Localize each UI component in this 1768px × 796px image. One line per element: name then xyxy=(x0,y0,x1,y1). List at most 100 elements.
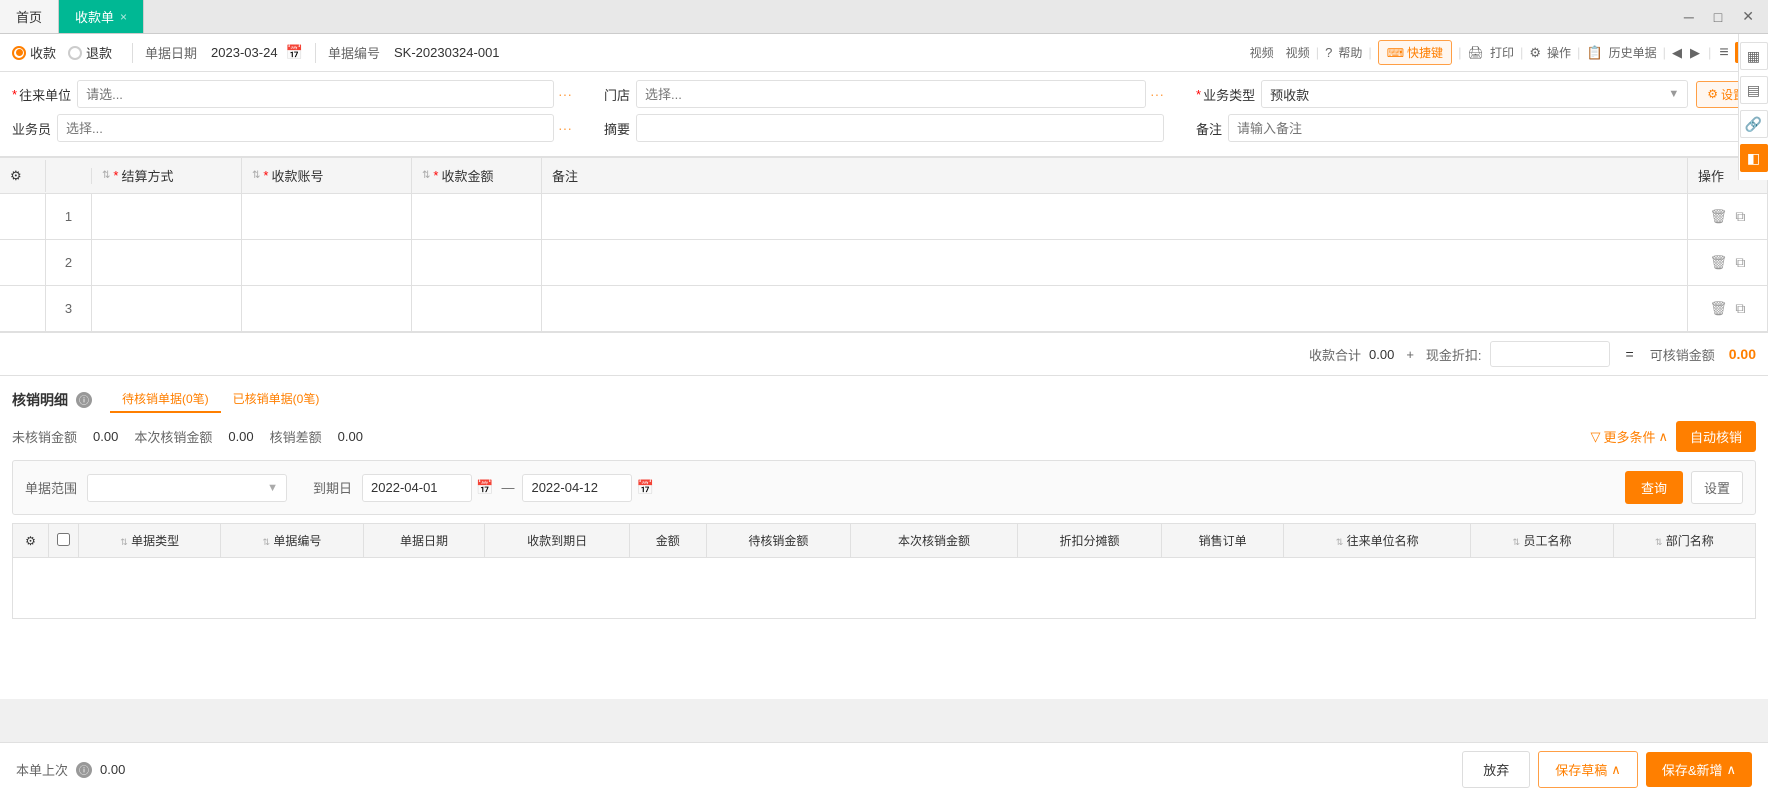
sidebar-link-icon[interactable]: 🔗 xyxy=(1740,110,1768,138)
td-account-3[interactable] xyxy=(242,286,412,331)
nav-next-icon[interactable]: ▶ xyxy=(1690,45,1700,61)
partner-input[interactable] xyxy=(77,80,554,108)
help-label[interactable]: 帮助 xyxy=(1338,44,1362,61)
th-checkbox[interactable] xyxy=(49,524,79,558)
number-label: 单据编号 xyxy=(328,43,380,62)
tab-receipt-close[interactable]: × xyxy=(120,10,127,24)
settle-label: 结算方式 xyxy=(121,166,173,185)
tab-receipt-label: 收款单 xyxy=(75,7,114,26)
verif-stats-row: 未核销金额 0.00 本次核销金额 0.00 核销差额 0.00 ▽ 更多条件 … xyxy=(12,413,1756,460)
td-remark-3[interactable] xyxy=(542,286,1688,331)
td-remark-2[interactable] xyxy=(542,240,1688,285)
td-account-1[interactable] xyxy=(242,194,412,239)
col-doc-num: 单据编号 xyxy=(273,534,321,548)
td-account-2[interactable] xyxy=(242,240,412,285)
copy-row-2-icon[interactable]: ⧉ xyxy=(1735,254,1745,271)
shortcut-btn[interactable]: ⌨ 快捷键 xyxy=(1378,40,1452,65)
filter-icon: ▽ xyxy=(1590,429,1600,445)
close-btn[interactable]: ✕ xyxy=(1736,6,1760,27)
draft-arrow-icon: ∧ xyxy=(1611,762,1621,778)
account-required: * xyxy=(263,168,268,183)
staff-input[interactable] xyxy=(57,114,554,142)
auto-verif-btn[interactable]: 自动核销 xyxy=(1676,421,1756,452)
bottom-stat: 本单上次 ⓘ 0.00 xyxy=(16,760,125,779)
date-value: 2023-03-24 xyxy=(211,45,278,60)
type-receipt-radio[interactable]: 收款 xyxy=(12,43,56,62)
col-discount-alloc: 折扣分摊额 xyxy=(1060,534,1120,548)
business-type-select[interactable]: 预收款 ▼ xyxy=(1261,80,1688,108)
col-partner-name: 往来单位名称 xyxy=(1347,534,1419,548)
td-settle-2[interactable] xyxy=(92,240,242,285)
date-picker-icon[interactable]: 📅 xyxy=(286,44,303,61)
current-label: 本次核销金额 xyxy=(134,427,212,446)
tab-done[interactable]: 已核销单据(0笔) xyxy=(221,386,332,413)
partner-required-mark: * xyxy=(12,87,17,102)
col-pending-verif: 待核销金额 xyxy=(748,534,808,548)
sort-dept-name: ⇅ xyxy=(1655,537,1663,547)
verif-info-icon[interactable]: ⓘ xyxy=(76,392,92,408)
date-from-input[interactable]: 2022-04-01 xyxy=(362,474,472,502)
td-amount-3[interactable] xyxy=(412,286,542,331)
stat-label: 本单上次 xyxy=(16,760,68,779)
table-row: 1 🗑 ⧉ xyxy=(0,194,1768,240)
partner-field: * 往来单位 ··· xyxy=(12,80,572,108)
query-btn[interactable]: 查询 xyxy=(1625,471,1683,504)
ops-label[interactable]: 操作 xyxy=(1547,44,1571,61)
tab-home[interactable]: 首页 xyxy=(0,0,59,33)
col-dept-name: 部门名称 xyxy=(1666,534,1714,548)
sidebar-expand-icon[interactable]: ◧ xyxy=(1740,144,1768,172)
range-select[interactable]: ▼ xyxy=(87,474,287,502)
video-btn[interactable]: 视频 xyxy=(1244,41,1280,64)
diff-label: 核销差额 xyxy=(270,427,322,446)
draft-btn[interactable]: 保存草稿 ∧ xyxy=(1538,751,1638,788)
delete-row-1-icon[interactable]: 🗑 xyxy=(1710,208,1728,225)
th-staff-name: ⇅ 员工名称 xyxy=(1471,524,1613,558)
date-calendar-icon-1[interactable]: 📅 xyxy=(476,479,493,496)
gear-icon: ⚙ xyxy=(10,168,22,184)
bottom-actions: 放弃 保存草稿 ∧ 保存&新增 ∧ xyxy=(1462,751,1752,788)
abandon-btn[interactable]: 放弃 xyxy=(1462,751,1530,788)
date-to-input[interactable]: 2022-04-12 xyxy=(522,474,632,502)
info-icon-bottom[interactable]: ⓘ xyxy=(76,762,92,778)
tab-receipt[interactable]: 收款单 × xyxy=(59,0,144,33)
print-label[interactable]: 打印 xyxy=(1490,44,1514,61)
save-new-btn[interactable]: 保存&新增 ∧ xyxy=(1646,752,1752,787)
date-calendar-icon-2[interactable]: 📅 xyxy=(636,479,653,496)
remark-input[interactable] xyxy=(1228,114,1756,142)
sidebar-list-icon[interactable]: ▤ xyxy=(1740,76,1768,104)
td-settle-1[interactable] xyxy=(92,194,242,239)
store-more-btn[interactable]: ··· xyxy=(1150,86,1164,102)
verif-settings-btn[interactable]: 设置 xyxy=(1691,471,1743,504)
th-pending-verif: 待核销金额 xyxy=(706,524,850,558)
th-gear[interactable]: ⚙ xyxy=(0,160,46,192)
th-rownum xyxy=(46,168,92,184)
td-amount-1[interactable] xyxy=(412,194,542,239)
th-gear-verif[interactable]: ⚙ xyxy=(13,524,49,558)
td-remark-1[interactable] xyxy=(542,194,1688,239)
td-amount-2[interactable] xyxy=(412,240,542,285)
copy-row-1-icon[interactable]: ⧉ xyxy=(1735,208,1745,225)
total-value: 0.00 xyxy=(1369,347,1394,362)
delete-row-3-icon[interactable]: 🗑 xyxy=(1710,300,1728,317)
table-area: ⚙ ⇅ * 结算方式 ⇅ * 收款账号 ⇅ * 收款金额 备注 操作 xyxy=(0,157,1768,333)
store-input[interactable] xyxy=(636,80,1146,108)
td-gear-1 xyxy=(0,194,46,239)
copy-row-3-icon[interactable]: ⧉ xyxy=(1735,300,1745,317)
delete-row-2-icon[interactable]: 🗑 xyxy=(1710,254,1728,271)
partner-more-btn[interactable]: ··· xyxy=(558,86,572,102)
select-all-checkbox[interactable] xyxy=(57,533,70,546)
staff-more-btn[interactable]: ··· xyxy=(558,120,572,136)
type-refund-radio[interactable]: 退款 xyxy=(68,43,112,62)
tab-pending[interactable]: 待核销单据(0笔) xyxy=(110,386,221,413)
minimize-btn[interactable]: ─ xyxy=(1678,7,1700,27)
history-label[interactable]: 历史单据 xyxy=(1609,44,1657,61)
discount-input[interactable] xyxy=(1490,341,1610,367)
nav-prev-icon[interactable]: ◀ xyxy=(1672,45,1682,61)
more-filter-btn[interactable]: ▽ 更多条件 ∧ xyxy=(1590,427,1668,446)
sidebar-table-icon[interactable]: ▦ xyxy=(1740,42,1768,70)
maximize-btn[interactable]: □ xyxy=(1708,7,1728,27)
summary-input[interactable] xyxy=(636,114,1164,142)
td-settle-3[interactable] xyxy=(92,286,242,331)
list-view-icon[interactable]: ≡ xyxy=(1719,44,1728,62)
table-row: 2 🗑 ⧉ xyxy=(0,240,1768,286)
